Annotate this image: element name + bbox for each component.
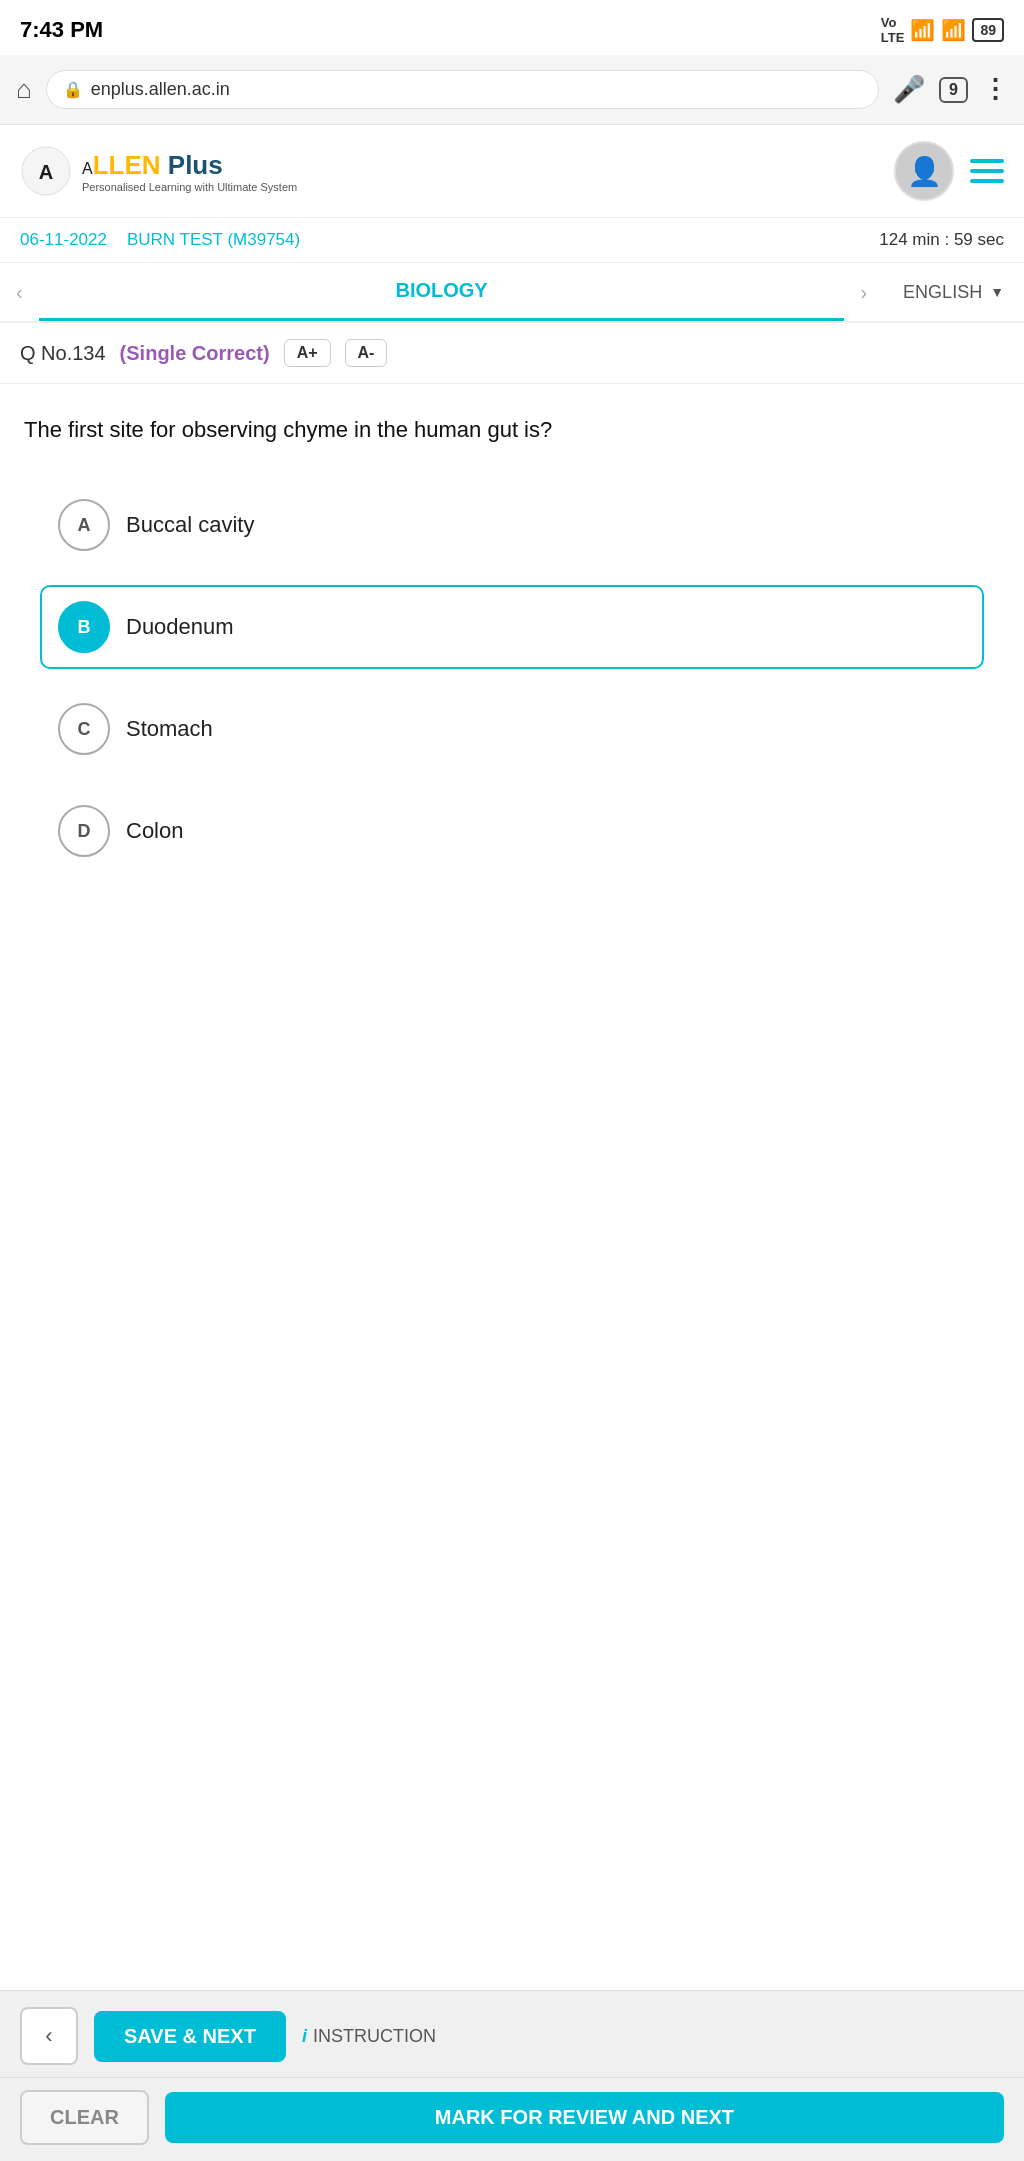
font-increase-button[interactable]: A+ xyxy=(284,339,331,367)
timer-minutes: 124 xyxy=(879,230,907,249)
option-c-wrapper[interactable]: C Stomach xyxy=(40,687,984,771)
font-decrease-button[interactable]: A- xyxy=(345,339,388,367)
question-type: (Single Correct) xyxy=(120,342,270,365)
option-b-circle: B xyxy=(58,601,110,653)
option-d-wrapper[interactable]: D Colon xyxy=(40,789,984,873)
instruction-link[interactable]: i INSTRUCTION xyxy=(302,2026,436,2047)
subject-tab-bar[interactable]: ‹ BIOLOGY › ENGLISH ▼ xyxy=(0,263,1024,323)
browser-bar: ⌂ 🔒 enplus.allen.ac.in 🎤 9 ⋮ xyxy=(0,55,1024,125)
option-c-label: Stomach xyxy=(126,716,213,742)
tab-biology[interactable]: BIOLOGY xyxy=(39,263,845,321)
option-c-item[interactable]: C Stomach xyxy=(40,687,984,771)
option-a-label: Buccal cavity xyxy=(126,512,254,538)
url-text: enplus.allen.ac.in xyxy=(91,79,230,100)
options-list: A Buccal cavity B Duodenum C Stomach xyxy=(24,483,1000,873)
bottom-actions-row1: ‹ SAVE & NEXT i INSTRUCTION xyxy=(0,1990,1024,2081)
home-icon[interactable]: ⌂ xyxy=(16,74,32,105)
vo-lte-icon: VoLTE xyxy=(881,15,905,45)
status-icons: VoLTE 📶 📶 89 xyxy=(881,15,1004,45)
info-icon: i xyxy=(302,2026,307,2047)
tab-english[interactable]: ENGLISH ▼ xyxy=(883,263,1024,321)
status-time: 7:43 PM xyxy=(20,17,103,43)
battery-indicator: 89 xyxy=(972,18,1004,42)
url-bar[interactable]: 🔒 enplus.allen.ac.in xyxy=(46,70,879,109)
avatar[interactable]: 👤 xyxy=(894,141,954,201)
test-timer: 124 min : 59 sec xyxy=(879,230,1004,250)
tab-english-label: ENGLISH xyxy=(903,282,982,303)
lock-icon: 🔒 xyxy=(63,80,83,99)
logo-tagline: Personalised Learning with Ultimate Syst… xyxy=(82,181,297,193)
instruction-label: INSTRUCTION xyxy=(313,2026,436,2047)
signal-icon-2: 📶 xyxy=(941,18,966,42)
tab-next-button[interactable]: › xyxy=(844,263,883,321)
menu-icon[interactable] xyxy=(970,159,1004,183)
option-d-label: Colon xyxy=(126,818,183,844)
tab-prev-button[interactable]: ‹ xyxy=(0,263,39,321)
header-right: 👤 xyxy=(894,141,1004,201)
logo-brand: ALLEN Plus xyxy=(82,150,297,181)
test-date: 06-11-2022 xyxy=(20,230,107,250)
bottom-spacer xyxy=(0,893,1024,1173)
mic-icon[interactable]: 🎤 xyxy=(893,74,925,105)
bottom-actions-row2: CLEAR MARK FOR REVIEW AND NEXT xyxy=(0,2077,1024,2161)
option-a-circle: A xyxy=(58,499,110,551)
question-text: The first site for observing chyme in th… xyxy=(24,412,1000,447)
test-info-bar: 06-11-2022 BURN TEST (M39754) 124 min : … xyxy=(0,218,1024,263)
tabs-count[interactable]: 9 xyxy=(939,77,968,103)
option-a-wrapper[interactable]: A Buccal cavity xyxy=(40,483,984,567)
option-b-label: Duodenum xyxy=(126,614,234,640)
back-arrow-icon: ‹ xyxy=(45,2023,52,2049)
status-bar: 7:43 PM VoLTE 📶 📶 89 xyxy=(0,0,1024,55)
svg-text:A: A xyxy=(39,161,53,183)
save-next-button[interactable]: SAVE & NEXT xyxy=(94,2011,286,2062)
logo-icon: A xyxy=(20,145,72,197)
logo: A ALLEN Plus Personalised Learning with … xyxy=(20,145,297,197)
option-d-circle: D xyxy=(58,805,110,857)
timer-label: min : 59 sec xyxy=(912,230,1004,249)
option-d-item[interactable]: D Colon xyxy=(40,789,984,873)
signal-icon-1: 📶 xyxy=(910,18,935,42)
option-b-item[interactable]: B Duodenum xyxy=(40,585,984,669)
clear-button[interactable]: CLEAR xyxy=(20,2090,149,2145)
test-meta: 06-11-2022 BURN TEST (M39754) xyxy=(20,230,300,250)
mark-review-button[interactable]: MARK FOR REVIEW AND NEXT xyxy=(165,2092,1004,2143)
back-button[interactable]: ‹ xyxy=(20,2007,78,2065)
question-header: Q No.134 (Single Correct) A+ A- xyxy=(0,323,1024,384)
question-number: Q No.134 xyxy=(20,342,106,365)
question-content: The first site for observing chyme in th… xyxy=(0,384,1024,893)
option-a-item[interactable]: A Buccal cavity xyxy=(40,483,984,567)
app-header: A ALLEN Plus Personalised Learning with … xyxy=(0,125,1024,218)
tab-dropdown-icon: ▼ xyxy=(990,284,1004,300)
option-b-wrapper[interactable]: B Duodenum xyxy=(40,585,984,669)
option-c-circle: C xyxy=(58,703,110,755)
logo-text: ALLEN Plus Personalised Learning with Ul… xyxy=(82,150,297,193)
test-name: BURN TEST (M39754) xyxy=(127,230,300,250)
browser-menu-icon[interactable]: ⋮ xyxy=(982,74,1008,105)
